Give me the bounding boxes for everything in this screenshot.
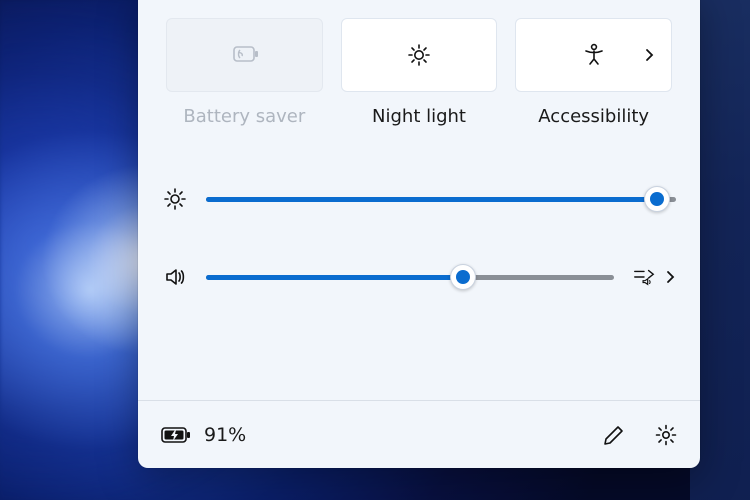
brightness-icon: [162, 187, 188, 211]
gear-icon: [654, 423, 678, 447]
edit-button[interactable]: [602, 423, 626, 447]
accessibility-button[interactable]: [515, 18, 672, 92]
volume-fill: [206, 275, 463, 280]
battery-status[interactable]: 91%: [160, 424, 246, 446]
night-light-icon: [406, 42, 432, 68]
chevron-right-icon[interactable]: [664, 270, 676, 284]
tile-battery-saver: Battery saver: [166, 18, 323, 127]
audio-output-icon[interactable]: [632, 265, 656, 289]
brightness-thumb[interactable]: [644, 186, 670, 212]
brightness-row: [162, 187, 676, 211]
quick-settings-footer: 91%: [138, 400, 700, 468]
battery-saver-button: [166, 18, 323, 92]
volume-thumb[interactable]: [450, 264, 476, 290]
sliders-section: [138, 157, 700, 313]
battery-saver-label: Battery saver: [183, 106, 305, 127]
brightness-slider[interactable]: [206, 187, 676, 211]
volume-slider[interactable]: [206, 265, 614, 289]
tile-night-light: Night light: [341, 18, 498, 127]
accessibility-icon: [581, 42, 607, 68]
volume-row: [162, 265, 676, 289]
quick-tiles-row: Battery saver Night light: [138, 0, 700, 139]
brightness-fill: [206, 197, 657, 202]
volume-extras: [632, 265, 676, 289]
settings-button[interactable]: [654, 423, 678, 447]
pencil-icon: [603, 424, 625, 446]
tile-accessibility: Accessibility: [515, 18, 672, 127]
night-light-button[interactable]: [341, 18, 498, 92]
volume-icon: [162, 265, 188, 289]
night-light-label: Night light: [372, 106, 466, 127]
quick-settings-panel: Battery saver Night light: [138, 0, 700, 468]
battery-saver-icon: [228, 44, 260, 66]
chevron-right-icon: [643, 48, 655, 62]
battery-icon: [160, 425, 192, 445]
accessibility-label: Accessibility: [538, 106, 649, 127]
battery-percent: 91%: [204, 424, 246, 446]
